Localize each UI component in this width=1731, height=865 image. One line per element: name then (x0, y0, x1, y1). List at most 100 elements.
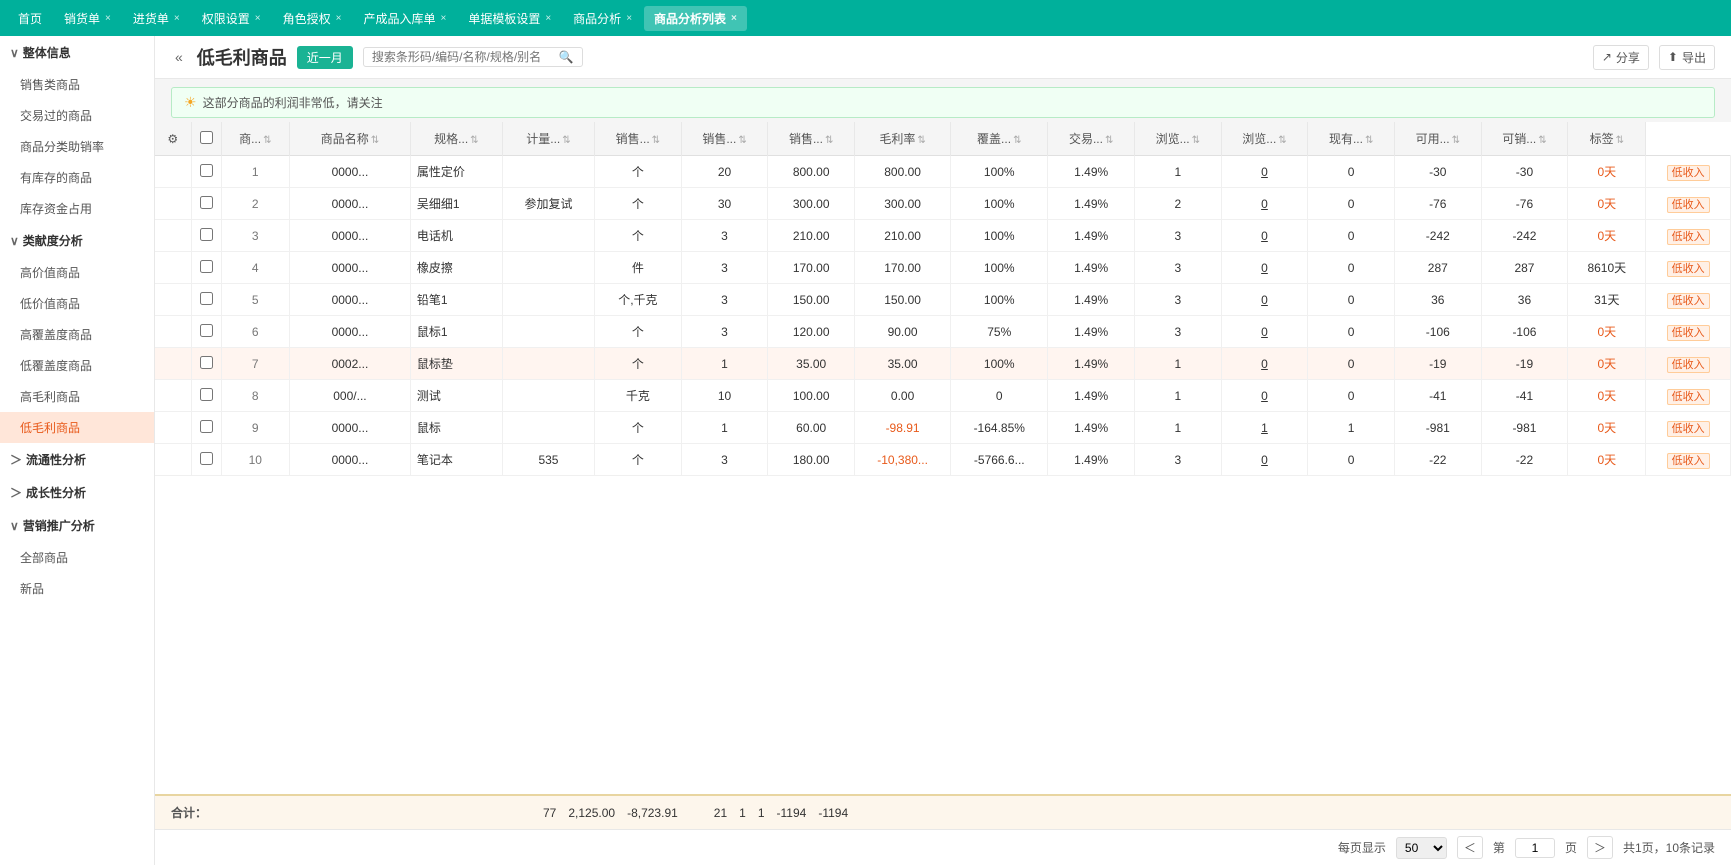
col-name[interactable]: 商品名称⇅ (290, 122, 411, 156)
nav-role-auth-close[interactable]: × (336, 13, 342, 24)
per-page-select[interactable]: 50 20 100 (1396, 837, 1447, 859)
search-icon[interactable]: 🔍 (559, 50, 574, 64)
cell-checkbox (191, 380, 221, 412)
cell-spec (502, 284, 594, 316)
col-browse1[interactable]: 浏览...⇅ (1135, 122, 1222, 156)
share-button[interactable]: ↗ 分享 (1593, 45, 1649, 70)
footer-browse1: 1 (733, 806, 752, 820)
cell-spec: 535 (502, 444, 594, 476)
sidebar-item-low-value[interactable]: 低价值商品 (0, 288, 154, 319)
cell-unit: 个 (595, 444, 682, 476)
sidebar-group-overall[interactable]: ∨ 整体信息 (0, 36, 154, 69)
cell-unit: 个 (595, 156, 682, 188)
select-all-checkbox[interactable] (200, 131, 213, 144)
cell-gross-margin: 100% (951, 348, 1048, 380)
search-input[interactable] (372, 50, 555, 64)
nav-product-inbound-close[interactable]: × (440, 13, 446, 24)
sidebar-group-circulation[interactable]: ＞ 流通性分析 (0, 443, 154, 476)
sidebar-item-capital[interactable]: 库存资金占用 (0, 193, 154, 224)
nav-permissions[interactable]: 权限设置 × (192, 6, 271, 31)
sidebar-item-category-rate[interactable]: 商品分类助销率 (0, 131, 154, 162)
nav-goods-analysis-close[interactable]: × (626, 13, 632, 24)
cell-current-stock: 36 (1394, 284, 1481, 316)
col-available-stock[interactable]: 可用...⇅ (1394, 122, 1481, 156)
col-browse2[interactable]: 浏览...⇅ (1221, 122, 1308, 156)
col-unit[interactable]: 计量...⇅ (502, 122, 594, 156)
cell-browse2: 0 (1308, 220, 1395, 252)
row-checkbox[interactable] (200, 452, 213, 465)
nav-permissions-close[interactable]: × (255, 13, 261, 24)
cell-sale-qty: 3 (681, 284, 768, 316)
row-checkbox[interactable] (200, 420, 213, 433)
sidebar-group-growth[interactable]: ＞ 成长性分析 (0, 476, 154, 509)
row-checkbox[interactable] (200, 228, 213, 241)
col-tag[interactable]: 标签⇅ (1568, 122, 1646, 156)
row-checkbox[interactable] (200, 196, 213, 209)
col-trade[interactable]: 交易...⇅ (1048, 122, 1135, 156)
prev-page-btn[interactable]: ＜ (1457, 836, 1483, 859)
sidebar-item-new-goods[interactable]: 新品 (0, 573, 154, 604)
sidebar-item-high-margin[interactable]: 高毛利商品 (0, 381, 154, 412)
col-code[interactable]: 商...⇅ (221, 122, 290, 156)
sidebar-item-high-coverage[interactable]: 高覆盖度商品 (0, 319, 154, 350)
nav-goods-analysis-list-close[interactable]: × (731, 13, 737, 24)
sidebar-group-marketing[interactable]: ∨ 营销推广分析 (0, 509, 154, 542)
col-current-stock[interactable]: 现有...⇅ (1308, 122, 1395, 156)
col-gross-margin[interactable]: 毛利率⇅ (855, 122, 951, 156)
cell-browse1: 0 (1221, 380, 1308, 412)
sidebar-group-contribution[interactable]: ∨ 类献度分析 (0, 224, 154, 257)
sidebar-item-low-margin[interactable]: 低毛利商品 (0, 412, 154, 443)
row-checkbox[interactable] (200, 260, 213, 273)
footer-sale-amount: -8,723.91 (621, 806, 684, 820)
nav-role-auth[interactable]: 角色授权 × (273, 6, 352, 31)
cell-unit: 件 (595, 252, 682, 284)
cell-browse2: 0 (1308, 156, 1395, 188)
cell-code: 0002... (290, 348, 411, 380)
cell-browse1: 0 (1221, 220, 1308, 252)
col-sale-qty[interactable]: 销售...⇅ (595, 122, 682, 156)
nav-sales-close[interactable]: × (105, 13, 111, 24)
col-settings[interactable]: ⚙ (155, 122, 191, 156)
nav-template-settings-close[interactable]: × (545, 13, 551, 24)
settings-icon[interactable]: ⚙ (167, 132, 178, 146)
table-row: 4 0000... 橡皮擦 件 3 170.00 170.00 100% 1.4… (155, 252, 1731, 284)
sidebar-item-low-coverage[interactable]: 低覆盖度商品 (0, 350, 154, 381)
col-coverage[interactable]: 覆盖...⇅ (951, 122, 1048, 156)
cell-name: 属性定价 (410, 156, 502, 188)
sidebar-item-stocked-goods[interactable]: 有库存的商品 (0, 162, 154, 193)
col-spec[interactable]: 规格...⇅ (410, 122, 502, 156)
col-sale-price[interactable]: 销售...⇅ (681, 122, 768, 156)
cell-available-stock: -19 (1481, 348, 1568, 380)
nav-purchase-close[interactable]: × (174, 13, 180, 24)
export-button[interactable]: ⬆ 导出 (1659, 45, 1715, 70)
nav-product-inbound[interactable]: 产成品入库单 × (353, 6, 456, 31)
next-page-btn[interactable]: ＞ (1587, 836, 1613, 859)
row-checkbox[interactable] (200, 356, 213, 369)
col-sale-amount[interactable]: 销售...⇅ (768, 122, 855, 156)
nav-purchase[interactable]: 进货单 × (123, 6, 190, 31)
sidebar-item-sales-goods[interactable]: 销售类商品 (0, 69, 154, 100)
row-checkbox[interactable] (200, 388, 213, 401)
nav-goods-analysis-list[interactable]: 商品分析列表 × (644, 6, 747, 31)
sidebar-item-high-value[interactable]: 高价值商品 (0, 257, 154, 288)
page-number-input[interactable] (1515, 838, 1555, 858)
nav-home[interactable]: 首页 (8, 6, 52, 31)
alert-banner: ☀ 这部分商品的利润非常低，请关注 (171, 87, 1715, 118)
col-sellable-days[interactable]: 可销...⇅ (1481, 122, 1568, 156)
row-checkbox[interactable] (200, 324, 213, 337)
nav-sales[interactable]: 销货单 × (54, 6, 121, 31)
period-button[interactable]: 近一月 (297, 46, 353, 69)
nav-template-settings[interactable]: 单据模板设置 × (458, 6, 561, 31)
row-checkbox[interactable] (200, 292, 213, 305)
sidebar-item-traded-goods[interactable]: 交易过的商品 (0, 100, 154, 131)
cell-browse1: 0 (1221, 188, 1308, 220)
nav-goods-analysis[interactable]: 商品分析 × (563, 6, 642, 31)
collapse-sidebar-btn[interactable]: « (171, 47, 187, 67)
row-checkbox[interactable] (200, 164, 213, 177)
footer-browse2: 1 (752, 806, 771, 820)
sidebar-item-all-goods[interactable]: 全部商品 (0, 542, 154, 573)
table-row: 6 0000... 鼠标1 个 3 120.00 90.00 75% 1.49%… (155, 316, 1731, 348)
footer-current-stock: -1194 (771, 806, 813, 820)
cell-available-stock: -106 (1481, 316, 1568, 348)
cell-sale-amount: 150.00 (855, 284, 951, 316)
